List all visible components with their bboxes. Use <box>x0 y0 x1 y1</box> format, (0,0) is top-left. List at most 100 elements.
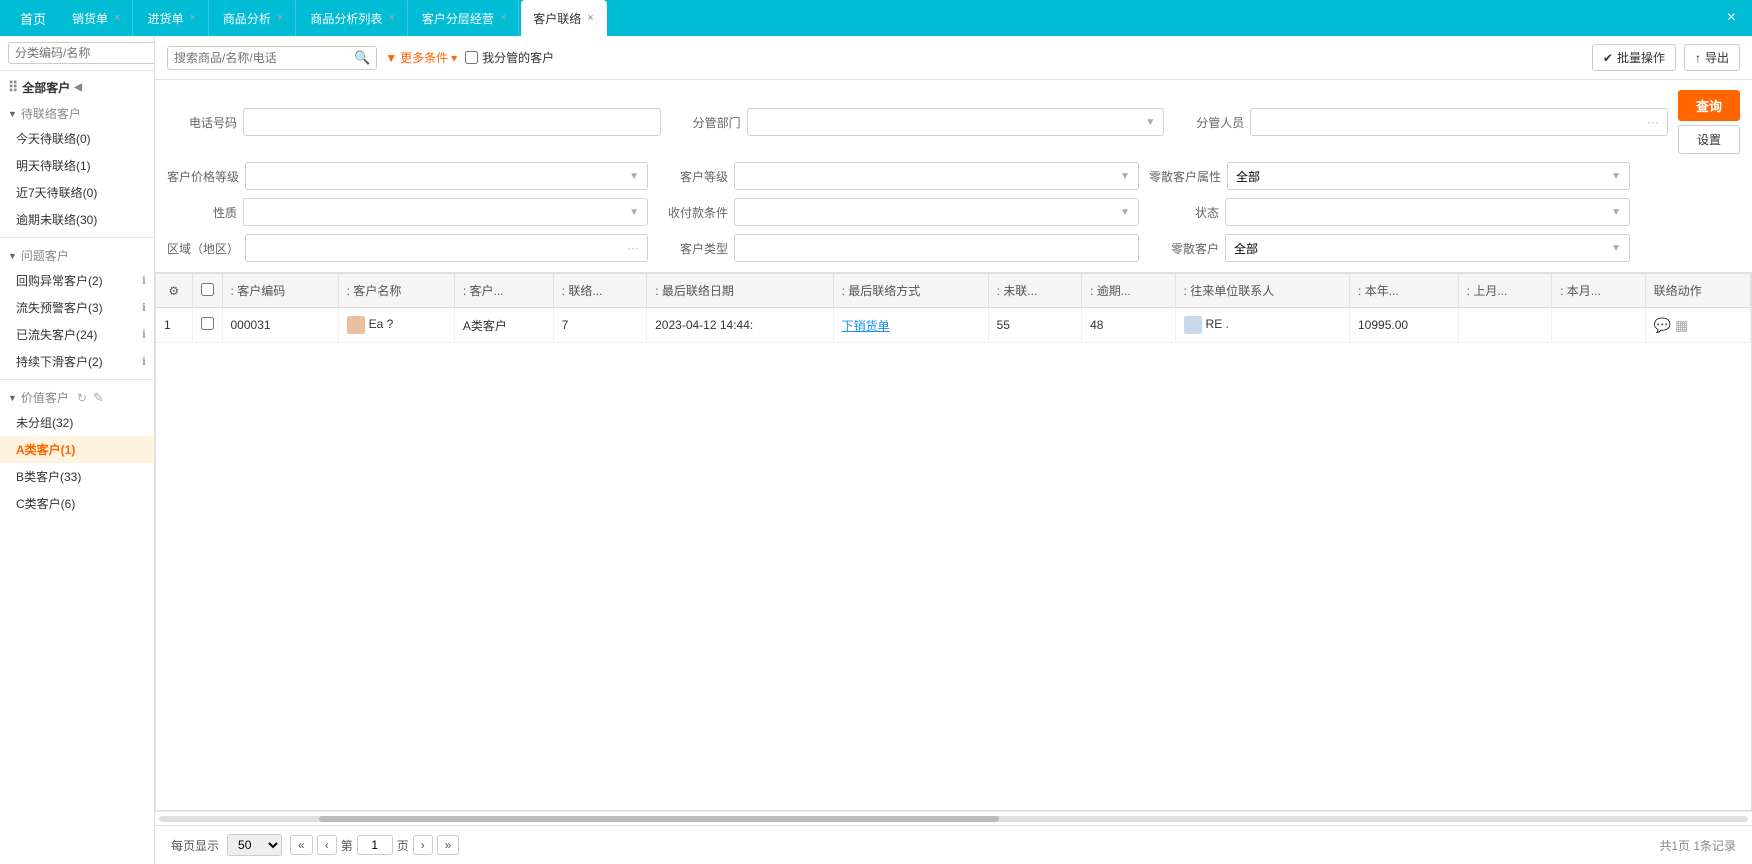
row-checkbox[interactable] <box>201 317 214 330</box>
chevron-down-icon: ▾ <box>451 51 457 65</box>
refresh-value-group-icon[interactable]: ↻ <box>77 391 87 405</box>
close-analysis-tab[interactable]: × <box>277 12 283 24</box>
last-page-btn[interactable]: » <box>437 835 460 855</box>
nav-tab-purchase[interactable]: 进货单 × <box>135 0 208 36</box>
more-conditions-btn[interactable]: ▼ 更多条件 ▾ <box>385 49 457 66</box>
col-contact-count[interactable]: : 联络... <box>553 274 646 308</box>
select-all-checkbox[interactable] <box>201 283 214 296</box>
col-settings[interactable]: ⚙ <box>156 274 192 308</box>
page-size-select[interactable]: 102050100 <box>227 834 282 856</box>
scrollbar-track[interactable] <box>159 816 1748 822</box>
filter-price-level-input[interactable]: ▼ <box>245 162 648 190</box>
content-area: 🔍 ▼ 更多条件 ▾ 我分管的客户 ✔ 批量操作 ↑ 导出 <box>155 36 1752 864</box>
close-customer-layer-tab[interactable]: × <box>500 12 506 24</box>
filter-nature-input[interactable]: ▼ <box>243 198 648 226</box>
pending-contact-group[interactable]: ▼ 待联络客户 <box>0 100 154 125</box>
filter-customer-level-input[interactable]: ▼ <box>734 162 1139 190</box>
filter-buttons: 查询 设置 <box>1678 90 1740 154</box>
sidebar-item-lost[interactable]: 已流失客户(24) ℹ <box>0 321 154 348</box>
sidebar: 🔍 ⠿ 全部客户 ◀ ▼ 待联络客户 今天待联络(0) 明天待联络(1) 近7天… <box>0 36 155 864</box>
sidebar-item-classB[interactable]: B类客户(33) <box>0 463 154 490</box>
nav-tab-customer-contact[interactable]: 客户联络 × <box>521 0 606 36</box>
sidebar-item-classC[interactable]: C类客户(6) <box>0 490 154 517</box>
prev-page-btn[interactable]: ‹ <box>317 835 337 855</box>
advanced-filter: 电话号码 分管部门 ▼ 分管人员 ··· <box>155 80 1752 273</box>
payment-chevron-icon: ▼ <box>1120 207 1130 218</box>
filter-search-icon[interactable]: 🔍 <box>354 50 370 66</box>
export-button[interactable]: ↑ 导出 <box>1684 44 1740 71</box>
sidebar-item-repurchase[interactable]: 回购异常客户(2) ℹ <box>0 267 154 294</box>
col-action: 联络动作 <box>1645 274 1750 308</box>
adv-filter-row-3: 性质 ▼ 收付款条件 ▼ 状态 <box>167 198 1740 226</box>
col-not-contacted[interactable]: : 未联... <box>988 274 1081 308</box>
filter-person-input[interactable]: ··· <box>1250 108 1668 136</box>
nav-tab-analysis[interactable]: 商品分析 × <box>211 0 296 36</box>
col-contact-person[interactable]: : 往来单位联系人 <box>1175 274 1349 308</box>
col-name[interactable]: : 客户名称 <box>338 274 454 308</box>
sidebar-item-week[interactable]: 近7天待联络(0) <box>0 179 154 206</box>
next-page-btn[interactable]: › <box>413 835 433 855</box>
close-analysis-list-tab[interactable]: × <box>388 12 394 24</box>
close-purchase-tab[interactable]: × <box>189 12 195 24</box>
contact-method-link[interactable]: 下销货单 <box>842 319 890 333</box>
filter-scatter-input[interactable]: 全部 ▼ <box>1225 234 1630 262</box>
filter-region-input[interactable]: ··· <box>245 234 648 262</box>
col-overdue[interactable]: : 逾期... <box>1082 274 1175 308</box>
all-customers-header[interactable]: ⠿ 全部客户 ◀ <box>0 71 154 100</box>
sidebar-collapse-btn[interactable]: ◀ <box>74 82 82 93</box>
info-icon-declining: ℹ <box>142 355 146 368</box>
nav-home[interactable]: 首页 <box>8 9 58 28</box>
col-last-contact-date[interactable]: : 最后联络日期 <box>647 274 833 308</box>
filter-search-input[interactable] <box>174 51 354 65</box>
filter-status-input[interactable]: ▼ <box>1225 198 1630 226</box>
col-this-month[interactable]: : 本月... <box>1552 274 1645 308</box>
sidebar-search-input[interactable] <box>8 42 155 64</box>
cell-last-contact-date: 2023-04-12 14:44: <box>647 308 833 343</box>
sidebar-item-today[interactable]: 今天待联络(0) <box>0 125 154 152</box>
total-info: 共1页 1条记录 <box>1659 837 1736 854</box>
filter-customer-type-input[interactable] <box>734 234 1139 262</box>
problem-customers-group[interactable]: ▼ 问题客户 <box>0 242 154 267</box>
close-customer-contact-tab[interactable]: × <box>587 12 593 24</box>
batch-op-button[interactable]: ✔ 批量操作 <box>1592 44 1676 71</box>
sidebar-item-churn[interactable]: 流失预警客户(3) ℹ <box>0 294 154 321</box>
settings-button[interactable]: 设置 <box>1678 125 1740 154</box>
horizontal-scrollbar[interactable] <box>155 811 1752 825</box>
nav-tab-analysis-list[interactable]: 商品分析列表 × <box>298 0 407 36</box>
col-last-contact-method[interactable]: : 最后联络方式 <box>833 274 988 308</box>
my-customers-checkbox[interactable] <box>465 51 478 64</box>
col-last-month[interactable]: : 上月... <box>1458 274 1551 308</box>
close-all-icon[interactable]: × <box>1719 9 1744 27</box>
scrollbar-thumb[interactable] <box>319 816 999 822</box>
filter-scatter-attr-input[interactable]: 全部 ▼ <box>1227 162 1630 190</box>
filter-price-level: 客户价格等级 ▼ <box>167 162 648 190</box>
col-this-year[interactable]: : 本年... <box>1350 274 1459 308</box>
close-sales-tab[interactable]: × <box>114 12 120 24</box>
value-customers-group[interactable]: ▼ 价值客户 ↻ ✎ <box>0 384 154 409</box>
my-customers-checkbox-area[interactable]: 我分管的客户 <box>465 49 554 66</box>
sidebar-item-declining[interactable]: 持续下滑客户(2) ℹ <box>0 348 154 375</box>
sidebar-item-tomorrow[interactable]: 明天待联络(1) <box>0 152 154 179</box>
sidebar-item-overdue[interactable]: 逾期未联络(30) <box>0 206 154 233</box>
nav-tab-customer-layer[interactable]: 客户分层经营 × <box>410 0 519 36</box>
sidebar-item-ungroup[interactable]: 未分组(32) <box>0 409 154 436</box>
filter-dept-input[interactable]: ▼ <box>747 108 1165 136</box>
cell-this-month <box>1552 308 1645 343</box>
qr-action-icon[interactable]: ▦ <box>1675 317 1688 334</box>
page-number-input[interactable] <box>357 835 393 855</box>
edit-value-group-icon[interactable]: ✎ <box>93 390 104 406</box>
filter-dept: 分管部门 ▼ <box>671 108 1165 136</box>
first-page-btn[interactable]: « <box>290 835 313 855</box>
nav-tab-sales[interactable]: 销货单 × <box>60 0 133 36</box>
settings-icon[interactable]: ⚙ <box>168 284 179 298</box>
status-chevron-icon: ▼ <box>1611 207 1621 218</box>
col-code[interactable]: : 客户编码 <box>222 274 338 308</box>
cell-code: 000031 <box>222 308 338 343</box>
filter-payment-input[interactable]: ▼ <box>734 198 1139 226</box>
sidebar-item-classA[interactable]: A类客户(1) <box>0 436 154 463</box>
query-button[interactable]: 查询 <box>1678 90 1740 121</box>
chat-action-icon[interactable]: 💬 <box>1654 317 1671 334</box>
filter-phone-input[interactable] <box>243 108 661 136</box>
cell-contact-count: 7 <box>553 308 646 343</box>
col-level[interactable]: : 客户... <box>454 274 553 308</box>
